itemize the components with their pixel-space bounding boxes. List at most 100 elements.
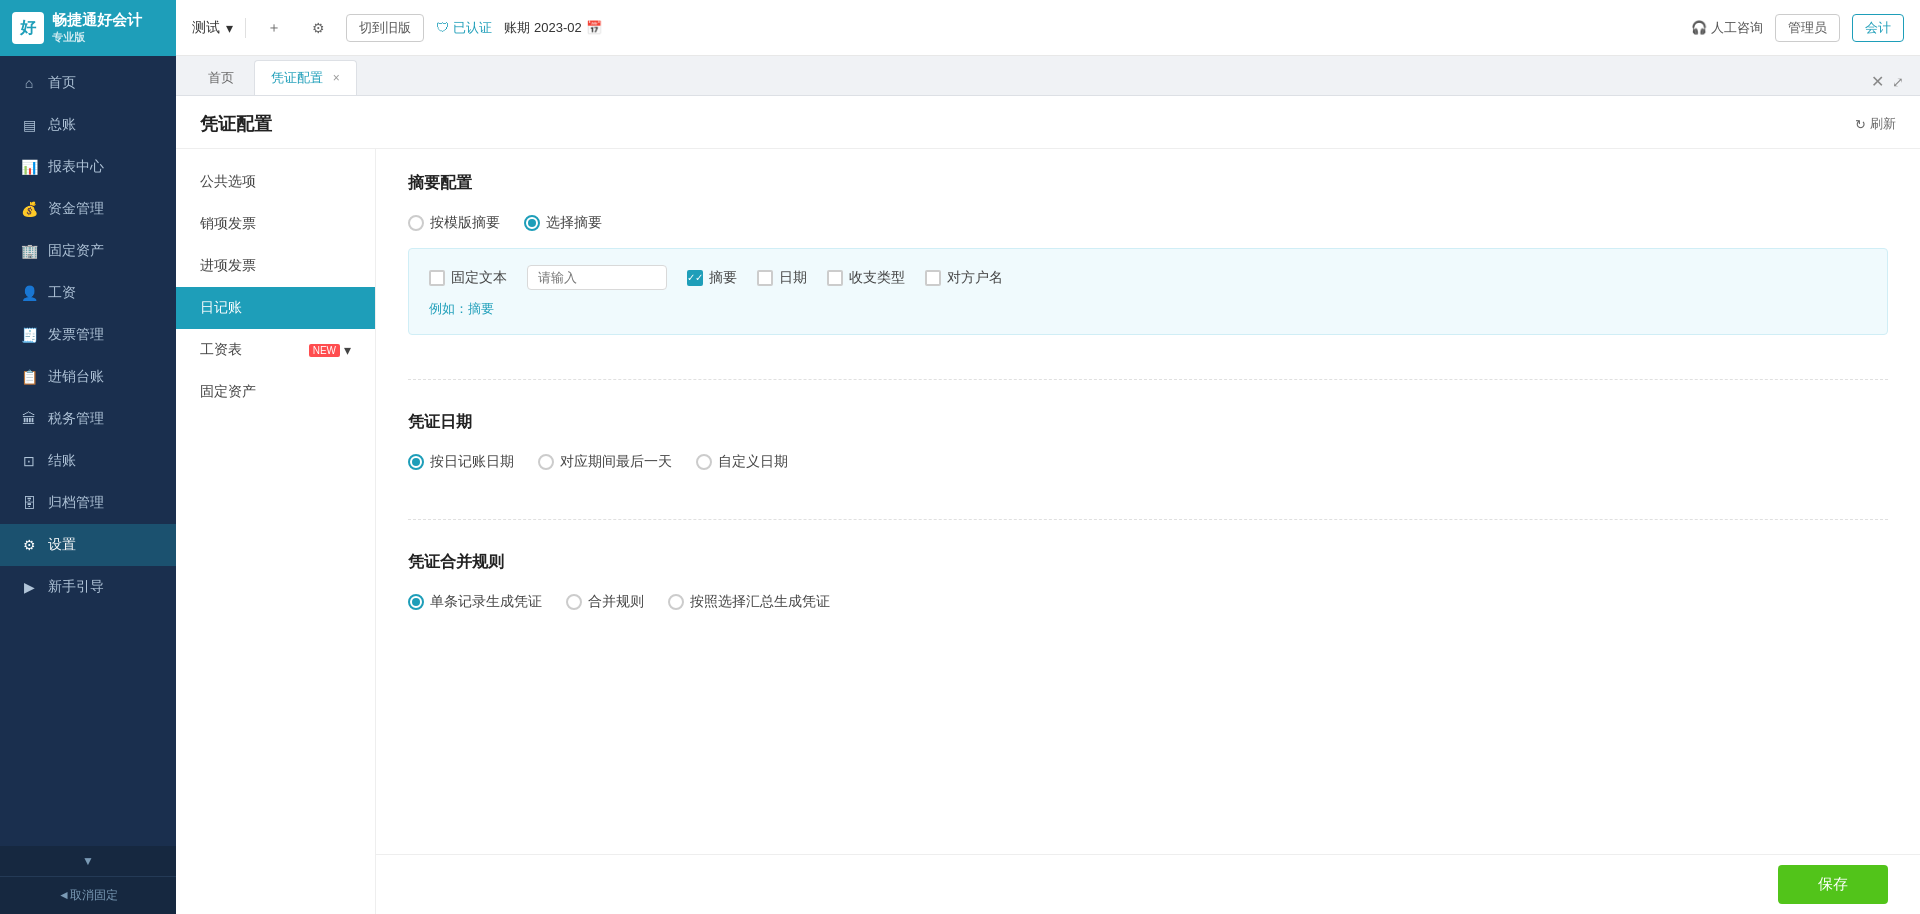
radio-single-record[interactable]: 单条记录生成凭证 — [408, 593, 542, 611]
example-text: 例如：摘要 — [429, 300, 1867, 318]
sidebar-item-salary[interactable]: 👤 工资 — [0, 272, 176, 314]
calendar-icon[interactable]: 📅 — [586, 20, 602, 35]
tab-home[interactable]: 首页 — [192, 61, 250, 95]
checkbox-income-type[interactable]: 收支类型 — [827, 269, 905, 287]
consult-button[interactable]: 🎧 人工咨询 — [1691, 19, 1763, 37]
sidebar-item-invoice[interactable]: 🧾 发票管理 — [0, 314, 176, 356]
radio-custom-date[interactable]: 自定义日期 — [696, 453, 788, 471]
content-body: 公共选项 销项发票 进项发票 日记账 工资表 NEW ▾ 固定资产 — [176, 149, 1920, 914]
radio-period-last-circle — [538, 454, 554, 470]
cancel-fixed-button[interactable]: ◄取消固定 — [0, 876, 176, 914]
project-name: 测试 — [192, 19, 220, 37]
radio-period-last-day[interactable]: 对应期间最后一天 — [538, 453, 672, 471]
radio-select-circle — [524, 215, 540, 231]
project-selector[interactable]: 测试 ▾ — [192, 19, 233, 37]
add-button[interactable]: ＋ — [258, 12, 290, 44]
checkbox-fixed-text-box — [429, 270, 445, 286]
sidebar-label-fund: 资金管理 — [48, 200, 104, 218]
fund-icon: 💰 — [20, 200, 38, 218]
radio-merge-rule[interactable]: 合并规则 — [566, 593, 644, 611]
voucher-date-section: 凭证日期 按日记账日期 对应期间最后一天 — [408, 412, 1888, 520]
sidebar-label-trade: 进销台账 — [48, 368, 104, 386]
sidebar: 好 畅捷通好会计 专业版 ⌂ 首页 ▤ 总账 📊 报表中心 💰 资金管理 — [0, 0, 176, 914]
radio-template-label: 按模版摘要 — [430, 214, 500, 232]
left-nav-payroll[interactable]: 工资表 NEW ▾ — [176, 329, 375, 371]
radio-journal-date-label: 按日记账日期 — [430, 453, 514, 471]
logo-icon: 好 — [12, 12, 44, 44]
settings-header-button[interactable]: ⚙ — [302, 12, 334, 44]
tab-voucher-config[interactable]: 凭证配置 × — [254, 60, 357, 95]
fixed-text-input[interactable] — [527, 265, 667, 290]
radio-select-summary[interactable]: 选择摘要 — [524, 214, 602, 232]
checkbox-counterparty-box — [925, 270, 941, 286]
sidebar-item-close-accounts[interactable]: ⊡ 结账 — [0, 440, 176, 482]
payroll-arrow-icon: ▾ — [344, 342, 351, 358]
app-logo: 好 畅捷通好会计 专业版 — [0, 0, 176, 56]
accountant-button[interactable]: 会计 — [1852, 14, 1904, 42]
sidebar-item-ledger[interactable]: ▤ 总账 — [0, 104, 176, 146]
merge-rules-title: 凭证合并规则 — [408, 552, 1888, 573]
radio-summary-generate-circle — [668, 594, 684, 610]
checkmark-summary: ✓ — [687, 272, 695, 283]
sidebar-item-asset[interactable]: 🏢 固定资产 — [0, 230, 176, 272]
sidebar-item-fund[interactable]: 💰 资金管理 — [0, 188, 176, 230]
sidebar-item-tax[interactable]: 🏛 税务管理 — [0, 398, 176, 440]
guide-icon: ▶ — [20, 578, 38, 596]
sidebar-label-close: 结账 — [48, 452, 76, 470]
summary-label: 摘要 — [709, 269, 737, 287]
invoice-icon: 🧾 — [20, 326, 38, 344]
refresh-icon: ↻ — [1855, 117, 1866, 132]
date-label: 日期 — [779, 269, 807, 287]
radio-custom-date-label: 自定义日期 — [718, 453, 788, 471]
sidebar-item-archive[interactable]: 🗄 归档管理 — [0, 482, 176, 524]
checkbox-counterparty[interactable]: 对方户名 — [925, 269, 1003, 287]
refresh-button[interactable]: ↻ 刷新 — [1855, 115, 1896, 133]
logo-subtitle: 专业版 — [52, 30, 142, 45]
report-icon: 📊 — [20, 158, 38, 176]
radio-journal-date[interactable]: 按日记账日期 — [408, 453, 514, 471]
radio-single-record-label: 单条记录生成凭证 — [430, 593, 542, 611]
left-nav-public[interactable]: 公共选项 — [176, 161, 375, 203]
checkbox-summary[interactable]: ✓ 摘要 — [687, 269, 737, 287]
manager-button[interactable]: 管理员 — [1775, 14, 1840, 42]
summary-radio-group: 按模版摘要 选择摘要 — [408, 214, 1888, 232]
left-nav-purchase-invoice[interactable]: 进项发票 — [176, 245, 375, 287]
switch-old-version-button[interactable]: 切到旧版 — [346, 14, 424, 42]
counterparty-label: 对方户名 — [947, 269, 1003, 287]
asset-icon: 🏢 — [20, 242, 38, 260]
voucher-date-radio-group: 按日记账日期 对应期间最后一天 自定义日期 — [408, 453, 1888, 471]
sidebar-label-ledger: 总账 — [48, 116, 76, 134]
bottom-bar: 保存 — [376, 854, 1920, 914]
summary-config-title: 摘要配置 — [408, 173, 1888, 194]
left-nav-fixed-assets[interactable]: 固定资产 — [176, 371, 375, 413]
fixed-text-label: 固定文本 — [451, 269, 507, 287]
left-nav-sales-invoice[interactable]: 销项发票 — [176, 203, 375, 245]
new-badge: NEW — [309, 344, 340, 357]
left-nav-journal[interactable]: 日记账 — [176, 287, 375, 329]
checkbox-fixed-text[interactable]: 固定文本 — [429, 269, 507, 287]
radio-period-last-label: 对应期间最后一天 — [560, 453, 672, 471]
tab-close-voucher-config[interactable]: × — [333, 71, 340, 85]
voucher-date-title: 凭证日期 — [408, 412, 1888, 433]
sidebar-scroll-down[interactable]: ▼ — [0, 846, 176, 876]
sidebar-item-trade[interactable]: 📋 进销台账 — [0, 356, 176, 398]
close-accounts-icon: ⊡ — [20, 452, 38, 470]
sidebar-item-settings[interactable]: ⚙ 设置 — [0, 524, 176, 566]
header: 测试 ▾ ＋ ⚙ 切到旧版 🛡 已认证 账期 2023-02 📅 🎧 人工咨询 — [176, 0, 1920, 56]
sidebar-label-report: 报表中心 — [48, 158, 104, 176]
radio-summary-generate[interactable]: 按照选择汇总生成凭证 — [668, 593, 830, 611]
save-button[interactable]: 保存 — [1778, 865, 1888, 904]
sidebar-item-home[interactable]: ⌂ 首页 — [0, 62, 176, 104]
sidebar-label-salary: 工资 — [48, 284, 76, 302]
window-expand-button[interactable]: ⤢ — [1892, 74, 1904, 90]
radio-template-summary[interactable]: 按模版摘要 — [408, 214, 500, 232]
sidebar-item-guide[interactable]: ▶ 新手引导 — [0, 566, 176, 608]
header-right: 🎧 人工咨询 管理员 会计 — [1691, 14, 1904, 42]
archive-icon: 🗄 — [20, 494, 38, 512]
sidebar-label-asset: 固定资产 — [48, 242, 104, 260]
checkbox-date[interactable]: 日期 — [757, 269, 807, 287]
trade-icon: 📋 — [20, 368, 38, 386]
sidebar-item-report[interactable]: 📊 报表中心 — [0, 146, 176, 188]
logo-text-group: 畅捷通好会计 专业版 — [52, 11, 142, 45]
window-close-button[interactable]: ✕ — [1871, 72, 1884, 91]
